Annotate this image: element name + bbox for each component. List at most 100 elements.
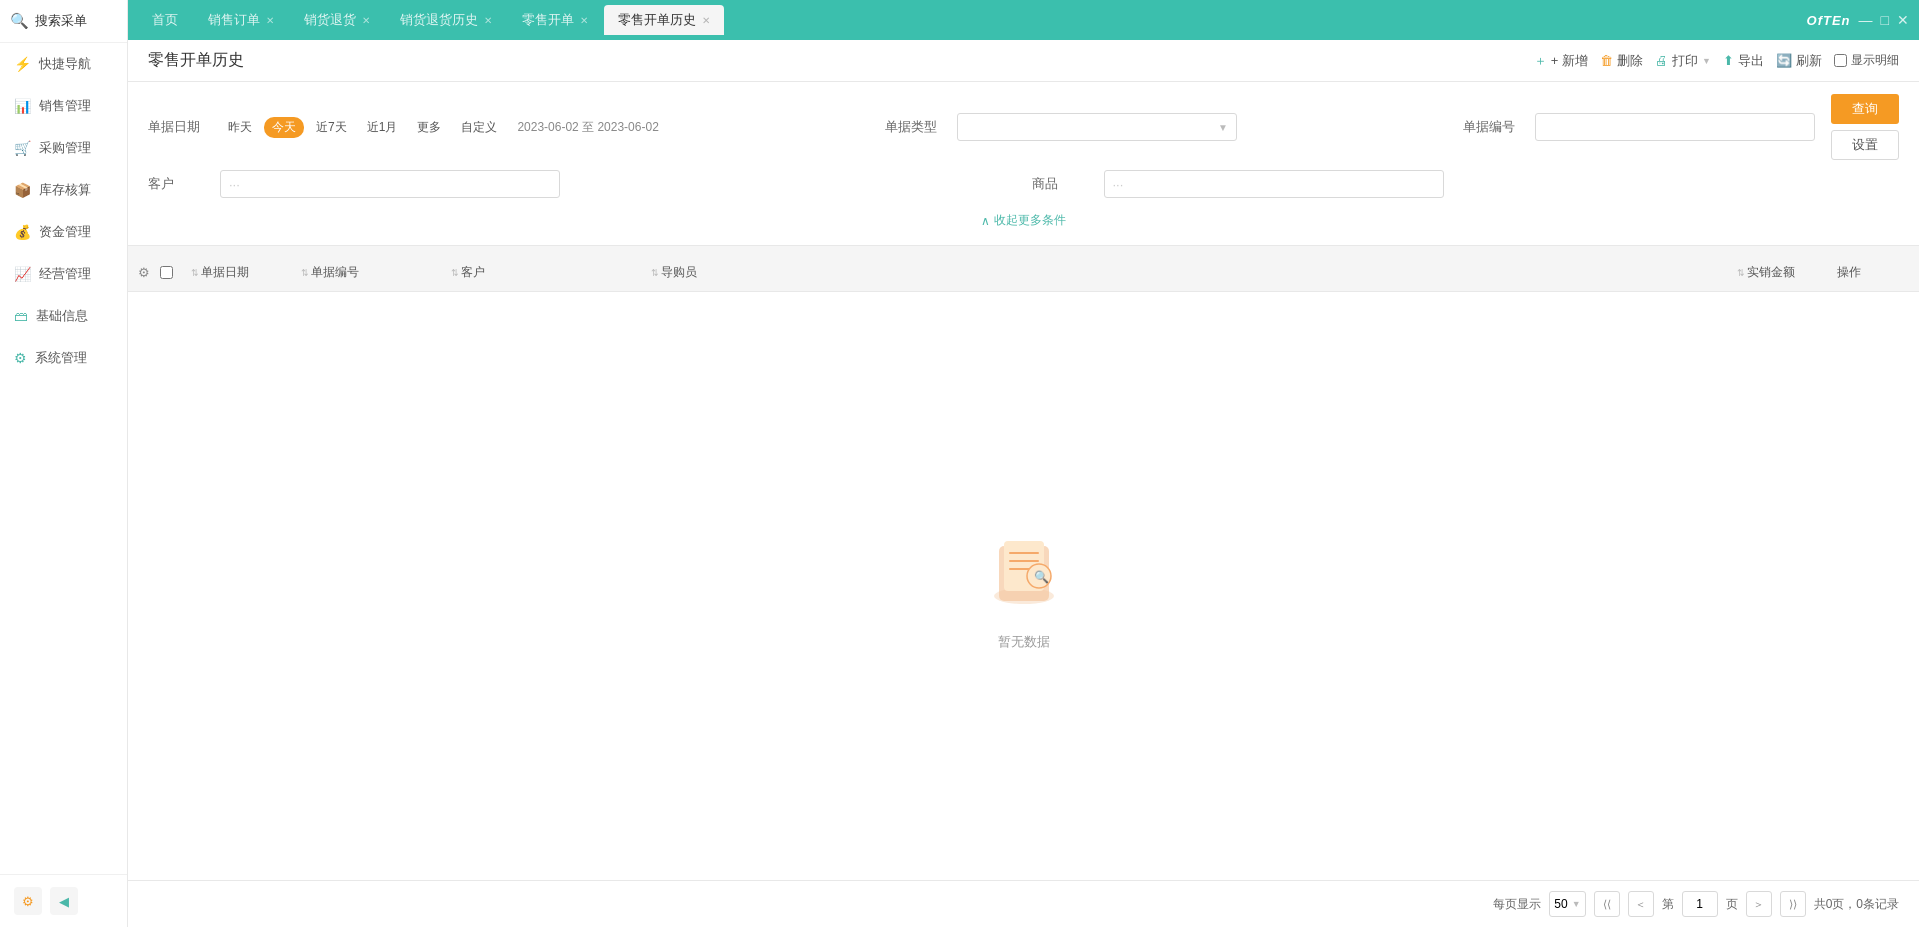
close-sales-return-history-icon[interactable]: ✕ [484,15,492,26]
page-size-select[interactable]: 50 ▼ [1549,891,1585,917]
top-nav: 首页 销售订单 ✕ 销货退货 ✕ 销货退货历史 ✕ 零售开单 ✕ 零售开单历史 … [128,0,1919,40]
close-sales-return-icon[interactable]: ✕ [362,15,370,26]
export-button[interactable]: ⬆ 导出 [1723,52,1764,70]
sidebar-item-jingying[interactable]: 📈 经营管理 [0,253,127,295]
table-area: ⚙ ⇅ 单据日期 ⇅ 单据编号 ⇅ 客户 ⇅ 导购员 [128,254,1919,927]
add-label: + 新增 [1551,52,1588,70]
search-bill-label: 搜索采单 [35,12,87,30]
tab-sales-return-history[interactable]: 销货退货历史 ✕ [386,5,506,35]
sidebar-item-label: 资金管理 [39,223,91,241]
display-detail-label: 显示明细 [1851,52,1899,69]
first-page-button[interactable]: ⟨⟨ [1594,891,1620,917]
col-header-customer: ⇅ 客户 [443,264,643,281]
select-all-checkbox[interactable] [160,266,173,279]
setting-button[interactable]: 设置 [1831,130,1899,160]
sidebar-item-zijin[interactable]: 💰 资金管理 [0,211,127,253]
customer-filter-input[interactable]: ··· [220,170,560,198]
print-label: 打印 [1672,52,1698,70]
gear-bottom-icon: ⚙ [22,894,34,909]
number-filter-input[interactable] [1535,113,1815,141]
search-bill[interactable]: 🔍 搜索采单 [0,0,127,43]
tab-retail-history-label: 零售开单历史 [618,11,696,29]
print-button[interactable]: 🖨 打印 ▼ [1655,52,1711,70]
tab-sales-order[interactable]: 销售订单 ✕ [194,5,288,35]
close-retail-history-icon[interactable]: ✕ [702,15,710,26]
type-filter-label: 单据类型 [885,118,941,136]
column-settings-icon[interactable]: ⚙ [138,265,150,280]
col-amount-sort-icon[interactable]: ⇅ [1737,268,1745,278]
settings-button[interactable]: ⚙ [14,887,42,915]
type-select[interactable]: ▼ [957,113,1237,141]
date-range-display: 2023-06-02 至 2023-06-02 [517,119,658,136]
sidebar-item-label: 系统管理 [35,349,87,367]
delete-button[interactable]: 🗑 删除 [1600,52,1643,70]
sidebar-item-jichu[interactable]: 🗃 基础信息 [0,295,127,337]
date-btn-today[interactable]: 今天 [264,117,304,138]
total-info: 共0页，0条记录 [1814,896,1899,913]
maximize-icon[interactable]: □ [1881,12,1889,28]
collapse-more-button[interactable]: ∧ 收起更多条件 [148,208,1899,233]
date-btn-7days[interactable]: 近7天 [308,117,355,138]
filter-action-buttons: 查询 设置 [1831,94,1899,160]
col-no-sort-icon[interactable]: ⇅ [301,268,309,278]
refresh-icon: 🔄 [1776,53,1792,68]
date-filter-label: 单据日期 [148,118,204,136]
tab-sales-return-history-label: 销货退货历史 [400,11,478,29]
tab-sales-return[interactable]: 销货退货 ✕ [290,5,384,35]
display-detail-checkbox[interactable]: 显示明细 [1834,52,1899,69]
delete-label: 删除 [1617,52,1643,70]
col-date-label: 单据日期 [201,264,249,281]
page-title: 零售开单历史 [148,50,244,71]
next-page-button[interactable]: ＞ [1746,891,1772,917]
query-button[interactable]: 查询 [1831,94,1899,124]
goods-filter-input[interactable]: ··· [1104,170,1444,198]
cart-icon: 🛒 [14,140,31,156]
filter-area: 单据日期 昨天 今天 近7天 近1月 更多 自定义 2023-06-02 至 2… [128,82,1919,246]
col-action-label: 操作 [1837,264,1861,281]
minimize-icon[interactable]: — [1859,12,1873,28]
filter-row-1: 单据日期 昨天 今天 近7天 近1月 更多 自定义 2023-06-02 至 2… [148,94,1899,160]
date-btn-1month[interactable]: 近1月 [359,117,406,138]
last-page-button[interactable]: ⟩⟩ [1780,891,1806,917]
col-guide-sort-icon[interactable]: ⇅ [651,268,659,278]
refresh-button[interactable]: 🔄 刷新 [1776,52,1822,70]
sidebar-item-kucun[interactable]: 📦 库存核算 [0,169,127,211]
last-page-icon: ⟩⟩ [1789,898,1797,911]
gear-menu-icon: ⚙ [14,350,27,366]
tab-sales-return-label: 销货退货 [304,11,356,29]
sidebar: 🔍 搜索采单 ⚡ 快捷导航 📊 销售管理 🛒 采购管理 📦 库存核算 💰 资金管… [0,0,128,927]
date-btn-more[interactable]: 更多 [409,117,449,138]
sidebar-item-kuaijie[interactable]: ⚡ 快捷导航 [0,43,127,85]
collapse-sidebar-button[interactable]: ◀ [50,887,78,915]
close-window-icon[interactable]: ✕ [1897,12,1909,28]
sidebar-bottom: ⚙ ◀ [0,874,127,927]
toolbar-actions: ＋ + 新增 🗑 删除 🖨 打印 ▼ ⬆ 导出 🔄 [1534,52,1899,70]
col-header-date: ⇅ 单据日期 [183,264,293,281]
page-number-input[interactable] [1682,891,1718,917]
toolbar: 零售开单历史 ＋ + 新增 🗑 删除 🖨 打印 ▼ ⬆ 导出 [128,40,1919,82]
print-arrow-icon: ▼ [1702,56,1711,66]
close-sales-order-icon[interactable]: ✕ [266,15,274,26]
date-btn-yesterday[interactable]: 昨天 [220,117,260,138]
tab-retail-history[interactable]: 零售开单历史 ✕ [604,5,724,35]
tab-home[interactable]: 首页 [138,5,192,35]
col-customer-sort-icon[interactable]: ⇅ [451,268,459,278]
type-select-arrow-icon: ▼ [1218,122,1228,133]
prev-page-button[interactable]: ＜ [1628,891,1654,917]
tab-retail-open[interactable]: 零售开单 ✕ [508,5,602,35]
print-icon: 🖨 [1655,53,1668,68]
add-button[interactable]: ＋ + 新增 [1534,52,1588,70]
col-date-sort-icon[interactable]: ⇅ [191,268,199,278]
col-header-guide: ⇅ 导购员 [643,264,743,281]
main-content: 首页 销售订单 ✕ 销货退货 ✕ 销货退货历史 ✕ 零售开单 ✕ 零售开单历史 … [128,0,1919,927]
sidebar-menu: ⚡ 快捷导航 📊 销售管理 🛒 采购管理 📦 库存核算 💰 资金管理 📈 经营管… [0,43,127,874]
sidebar-item-caigou[interactable]: 🛒 采购管理 [0,127,127,169]
display-detail-input[interactable] [1834,54,1847,67]
sidebar-item-xiaoshou[interactable]: 📊 销售管理 [0,85,127,127]
date-btn-custom[interactable]: 自定义 [453,117,505,138]
page-suffix: 页 [1726,896,1738,913]
sidebar-item-xitong[interactable]: ⚙ 系统管理 [0,337,127,379]
goods-placeholder: ··· [1113,177,1124,192]
close-retail-open-icon[interactable]: ✕ [580,15,588,26]
page-label: 第 [1662,896,1674,913]
